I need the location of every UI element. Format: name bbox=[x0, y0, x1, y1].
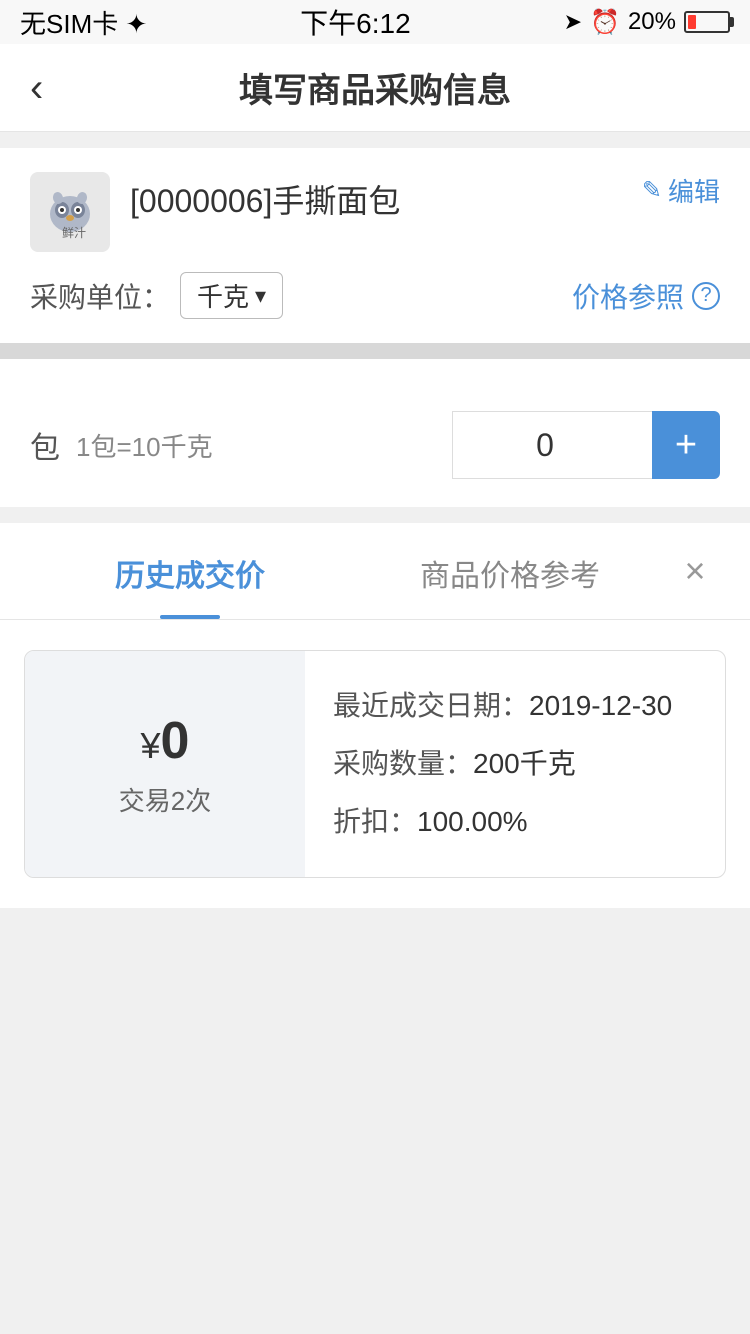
product-logo: 鲜汁 bbox=[40, 182, 100, 242]
quantity-section: 包 1包=10千克 + bbox=[0, 383, 750, 507]
product-header: 鲜汁 [0000006]手撕面包 ✎ 编辑 bbox=[30, 172, 720, 252]
help-icon: ? bbox=[692, 282, 720, 310]
price-left-panel: ¥0 交易2次 bbox=[25, 651, 305, 877]
svg-text:鲜汁: 鲜汁 bbox=[62, 226, 86, 240]
quantity-input[interactable] bbox=[452, 411, 652, 479]
nav-bar: ‹ 填写商品采购信息 bbox=[0, 44, 750, 132]
discount-row: 折扣：100.00% bbox=[333, 801, 697, 843]
unit-conversion-label: 1包=10千克 bbox=[76, 427, 213, 464]
quantity-unit-info: 包 1包=10千克 bbox=[30, 423, 213, 467]
empty-space bbox=[0, 908, 750, 1308]
product-unit-row: 采购单位： 千克 ▾ 价格参照 ? bbox=[30, 272, 720, 319]
product-thumbnail: 鲜汁 bbox=[30, 172, 110, 252]
status-bar: 无SIM卡 ✦ 下午6:12 ➤ ⏰ 20% bbox=[0, 0, 750, 44]
product-name: [0000006]手撕面包 bbox=[130, 172, 400, 222]
unit-select[interactable]: 千克 ▾ bbox=[180, 272, 283, 319]
tab-close-button[interactable]: × bbox=[670, 546, 720, 596]
quantity-input-group: + bbox=[452, 411, 720, 479]
unit-box-label: 包 bbox=[30, 423, 60, 467]
product-left: 鲜汁 [0000006]手撕面包 bbox=[30, 172, 400, 252]
alarm-icon: ⏰ bbox=[590, 8, 620, 37]
price-card: ¥0 交易2次 最近成交日期：2019-12-30 采购数量：200千克 折扣：… bbox=[24, 650, 726, 878]
status-time: 下午6:12 bbox=[300, 2, 411, 42]
section-divider bbox=[0, 343, 750, 359]
edit-icon: ✎ bbox=[642, 176, 662, 205]
back-button[interactable]: ‹ bbox=[30, 68, 43, 108]
carrier-text: 无SIM卡 ✦ bbox=[20, 4, 147, 41]
quantity-row-detail: 采购数量：200千克 bbox=[333, 743, 697, 785]
location-icon: ➤ bbox=[564, 9, 582, 35]
price-reference-button[interactable]: 价格参照 ? bbox=[572, 276, 720, 316]
tabs-header: 历史成交价 商品价格参考 × bbox=[0, 523, 750, 620]
tab-history-price[interactable]: 历史成交价 bbox=[30, 523, 350, 619]
product-section: 鲜汁 [0000006]手撕面包 ✎ 编辑 采购单位： 千克 ▾ 价格参照 ? bbox=[0, 148, 750, 383]
unit-label: 采购单位： 千克 ▾ bbox=[30, 272, 283, 319]
tab-content: ¥0 交易2次 最近成交日期：2019-12-30 采购数量：200千克 折扣：… bbox=[0, 620, 750, 908]
price-trade-count: 交易2次 bbox=[119, 781, 211, 818]
tab-price-reference[interactable]: 商品价格参考 bbox=[350, 523, 670, 619]
dropdown-icon: ▾ bbox=[255, 283, 266, 309]
quantity-row: 包 1包=10千克 + bbox=[30, 383, 720, 507]
recent-date-row: 最近成交日期：2019-12-30 bbox=[333, 685, 697, 727]
page-title: 填写商品采购信息 bbox=[239, 63, 511, 112]
edit-button[interactable]: ✎ 编辑 bbox=[642, 172, 720, 209]
status-right: ➤ ⏰ 20% bbox=[564, 8, 730, 37]
tabs-section: 历史成交价 商品价格参考 × ¥0 交易2次 最近成交日期：2019-12-30… bbox=[0, 523, 750, 908]
price-amount: ¥0 bbox=[141, 711, 190, 771]
quantity-plus-button[interactable]: + bbox=[652, 411, 720, 479]
price-right-panel: 最近成交日期：2019-12-30 采购数量：200千克 折扣：100.00% bbox=[305, 651, 725, 877]
battery-icon bbox=[684, 11, 730, 33]
status-carrier: 无SIM卡 ✦ bbox=[20, 4, 147, 41]
battery-percent: 20% bbox=[628, 8, 676, 36]
